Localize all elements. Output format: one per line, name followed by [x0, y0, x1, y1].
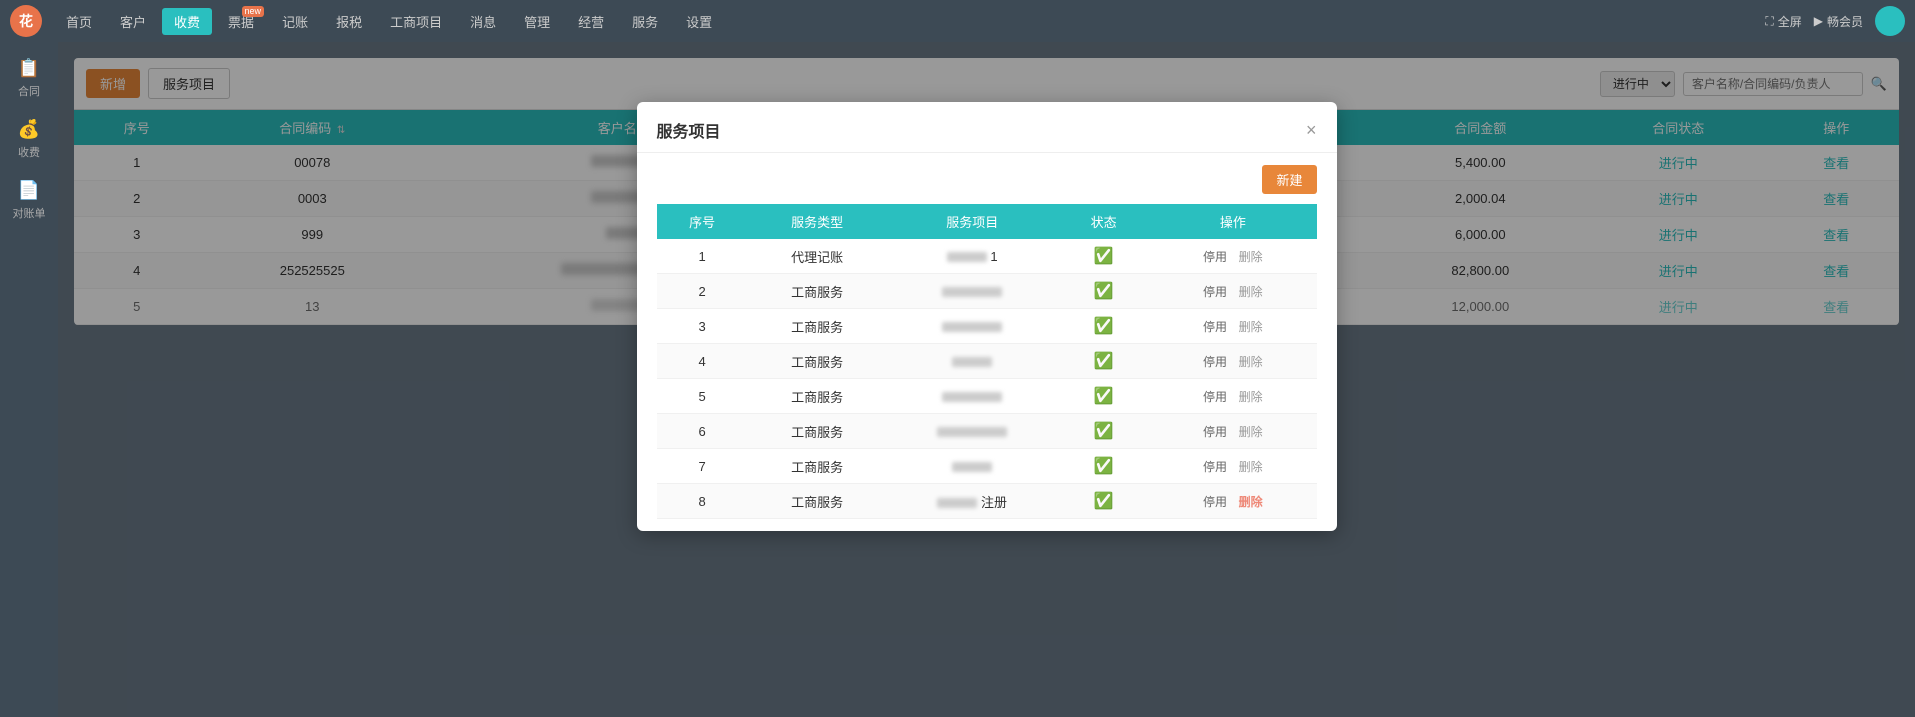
- delete-button-7[interactable]: 删除: [1235, 458, 1267, 475]
- contract-icon: 📋: [18, 58, 40, 79]
- sidebar-item-reconciliation[interactable]: 📄 对账单: [4, 172, 54, 229]
- modal-overlay: 服务项目 × 新建 序号 服务类型 服务项目: [58, 42, 1915, 717]
- status-active-icon: ✅: [1094, 318, 1114, 335]
- nav-right-area: ⛶ 全屏 ▶ 畅会员: [1765, 6, 1905, 36]
- delete-button-8[interactable]: 删除: [1235, 493, 1267, 510]
- modal-table-row: 7 工商服务 ✅ 停用 删除: [657, 449, 1317, 484]
- stop-button-8[interactable]: 停用: [1199, 493, 1231, 510]
- stop-button-3[interactable]: 停用: [1199, 318, 1231, 335]
- stop-button-7[interactable]: 停用: [1199, 458, 1231, 475]
- nav-home[interactable]: 首页: [54, 8, 104, 35]
- delete-button-2[interactable]: 删除: [1235, 283, 1267, 300]
- modal-header: 服务项目 ×: [637, 102, 1337, 153]
- service-items-modal: 服务项目 × 新建 序号 服务类型 服务项目: [637, 102, 1337, 531]
- status-active-icon: ✅: [1094, 248, 1114, 265]
- member-button[interactable]: ▶ 畅会员: [1814, 13, 1863, 30]
- status-active-icon: ✅: [1094, 283, 1114, 300]
- modal-col-action: 操作: [1149, 204, 1316, 239]
- stop-button-5[interactable]: 停用: [1199, 388, 1231, 405]
- delete-button-1[interactable]: 删除: [1235, 248, 1267, 265]
- sidebar-item-contract[interactable]: 📋 合同: [4, 50, 54, 107]
- video-icon: ▶: [1814, 14, 1823, 28]
- stop-button-2[interactable]: 停用: [1199, 283, 1231, 300]
- nav-manage[interactable]: 管理: [512, 8, 562, 35]
- modal-table-row: 5 工商服务 ✅ 停用 删除: [657, 379, 1317, 414]
- delete-button-5[interactable]: 删除: [1235, 388, 1267, 405]
- sidebar-label-contract: 合同: [18, 83, 40, 99]
- charge-icon: 💰: [18, 119, 40, 140]
- main-layout: 📋 合同 💰 收费 📄 对账单 新增 服务项目 进行中 已完成 已终止: [0, 42, 1915, 717]
- modal-table-row: 3 工商服务 ✅ 停用 删除: [657, 309, 1317, 344]
- modal-table-row: 1 代理记账 1 ✅ 停用 删除: [657, 239, 1317, 274]
- sidebar-item-charge[interactable]: 💰 收费: [4, 111, 54, 168]
- modal-header-row: 序号 服务类型 服务项目 状态 操作: [657, 204, 1317, 239]
- fullscreen-icon: ⛶: [1765, 14, 1773, 29]
- modal-toolbar: 新建: [657, 165, 1317, 194]
- modal-close-button[interactable]: ×: [1306, 120, 1317, 141]
- stop-button-1[interactable]: 停用: [1199, 248, 1231, 265]
- service-items-table: 序号 服务类型 服务项目 状态 操作 1 代理记账: [657, 204, 1317, 519]
- sidebar-label-reconciliation: 对账单: [13, 205, 46, 221]
- modal-table-row: 2 工商服务 ✅ 停用 删除: [657, 274, 1317, 309]
- nav-invoice[interactable]: 票据 new: [216, 8, 266, 35]
- nav-business[interactable]: 工商项目: [378, 8, 454, 35]
- left-sidebar: 📋 合同 💰 收费 📄 对账单: [0, 42, 58, 717]
- app-logo: 花: [10, 5, 42, 37]
- new-service-button[interactable]: 新建: [1262, 165, 1316, 194]
- nav-charge[interactable]: 收费: [162, 8, 212, 35]
- nav-bookkeeping[interactable]: 记账: [270, 8, 320, 35]
- reconciliation-icon: 📄: [18, 180, 40, 201]
- modal-col-seq: 序号: [657, 204, 748, 239]
- modal-col-status: 状态: [1058, 204, 1149, 239]
- stop-button-4[interactable]: 停用: [1199, 353, 1231, 370]
- main-content-area: 新增 服务项目 进行中 已完成 已终止 全部 🔍 序号: [58, 42, 1915, 717]
- modal-title: 服务项目: [657, 118, 721, 142]
- stop-button-6[interactable]: 停用: [1199, 423, 1231, 440]
- status-active-icon: ✅: [1094, 493, 1114, 510]
- nav-message[interactable]: 消息: [458, 8, 508, 35]
- status-active-icon: ✅: [1094, 423, 1114, 440]
- top-navigation: 花 首页 客户 收费 票据 new 记账 报税 工商项目 消息 管理 经营 服务…: [0, 0, 1915, 42]
- status-active-icon: ✅: [1094, 388, 1114, 405]
- sidebar-label-charge: 收费: [18, 144, 40, 160]
- modal-table-row: 8 工商服务 注册 ✅ 停用 删除: [657, 484, 1317, 519]
- modal-table-row: 4 工商服务 ✅ 停用 删除: [657, 344, 1317, 379]
- modal-col-item: 服务项目: [886, 204, 1058, 239]
- user-avatar[interactable]: [1875, 6, 1905, 36]
- modal-col-type: 服务类型: [748, 204, 887, 239]
- modal-table-container[interactable]: 序号 服务类型 服务项目 状态 操作 1 代理记账: [657, 204, 1317, 519]
- nav-tax[interactable]: 报税: [324, 8, 374, 35]
- fullscreen-button[interactable]: ⛶ 全屏: [1765, 13, 1801, 30]
- delete-button-6[interactable]: 删除: [1235, 423, 1267, 440]
- nav-customer[interactable]: 客户: [108, 8, 158, 35]
- nav-operation[interactable]: 经营: [566, 8, 616, 35]
- status-active-icon: ✅: [1094, 353, 1114, 370]
- new-badge: new: [242, 6, 265, 17]
- delete-button-3[interactable]: 删除: [1235, 318, 1267, 335]
- delete-button-4[interactable]: 删除: [1235, 353, 1267, 370]
- nav-settings[interactable]: 设置: [674, 8, 724, 35]
- modal-table-row: 6 工商服务 ✅ 停用 删除: [657, 414, 1317, 449]
- status-active-icon: ✅: [1094, 458, 1114, 475]
- nav-service[interactable]: 服务: [620, 8, 670, 35]
- modal-body: 新建 序号 服务类型 服务项目 状态 操作: [637, 153, 1337, 531]
